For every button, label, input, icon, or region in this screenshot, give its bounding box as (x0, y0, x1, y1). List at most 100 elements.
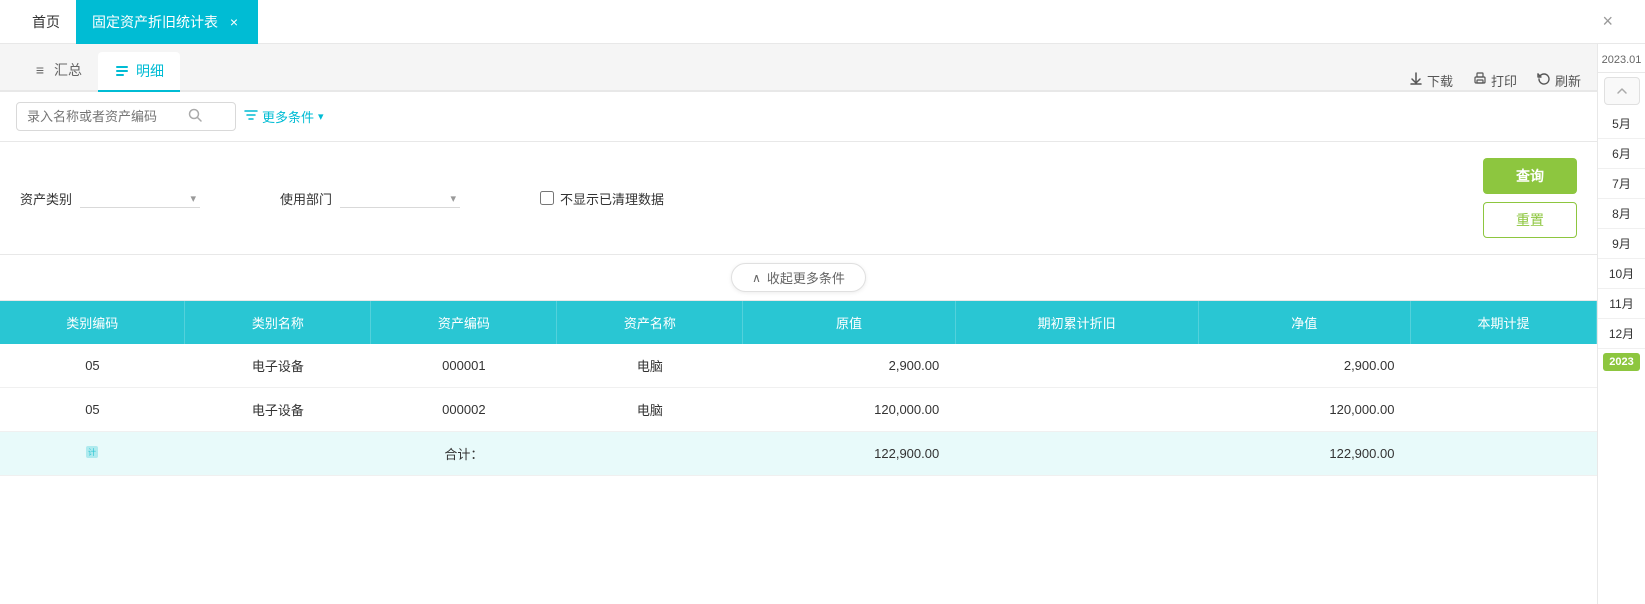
search-bar: 更多条件 ▾ (0, 92, 1597, 142)
department-select-wrap (340, 188, 460, 208)
department-label: 使用部门 (280, 189, 332, 208)
col-asset-name: 资产名称 (557, 301, 743, 344)
month-11[interactable]: 11月 (1598, 289, 1645, 319)
asset-type-select-wrap (80, 188, 200, 208)
expand-panel: 资产类别 使用部门 (0, 142, 1597, 255)
sidebar-date: 2023.01 (1598, 48, 1645, 73)
download-button[interactable]: 下载 (1409, 71, 1453, 90)
summary-icon: ≡ (32, 62, 48, 78)
cell-net-value: 120,000.00 (1198, 388, 1410, 432)
main-content: ≡ 汇总 明细 下载 (0, 44, 1645, 604)
chevron-down-icon: ▾ (318, 110, 324, 123)
cell-asset-name: 电脑 (557, 344, 743, 388)
top-nav: 首页 固定资产折旧统计表 × × (0, 0, 1645, 44)
cell-current-period (1410, 388, 1596, 432)
table-row: 05 电子设备 000002 电脑 120,000.00 120,000.00 (0, 388, 1597, 432)
detail-icon (114, 63, 130, 79)
tab-detail[interactable]: 明细 (98, 52, 180, 92)
cell-asset-code: 000002 (371, 388, 557, 432)
col-net-value: 净值 (1198, 301, 1410, 344)
month-6[interactable]: 6月 (1598, 139, 1645, 169)
summary-icon: 计 (85, 447, 99, 462)
cell-category-name: 电子设备 (185, 388, 371, 432)
collapse-button[interactable]: ∧ 收起更多条件 (731, 263, 866, 292)
col-current-period: 本期计提 (1410, 301, 1596, 344)
more-conditions-button[interactable]: 更多条件 ▾ (244, 107, 324, 126)
summary-icon-cell: 计 (0, 432, 185, 476)
collapse-label: 收起更多条件 (767, 268, 845, 287)
left-panel: ≡ 汇总 明细 下载 (0, 44, 1597, 604)
hide-cleared-wrap: 不显示已清理数据 (540, 189, 664, 208)
summary-current-period (1410, 432, 1596, 476)
print-label: 打印 (1491, 71, 1517, 90)
cell-asset-code: 000001 (371, 344, 557, 388)
summary-row: 计 合计： 122,900.00 122,900.00 (0, 432, 1597, 476)
month-10[interactable]: 10月 (1598, 259, 1645, 289)
download-label: 下载 (1427, 71, 1453, 90)
tab-summary[interactable]: ≡ 汇总 (16, 50, 98, 90)
tab-label: 固定资产折旧统计表 (92, 12, 218, 32)
scroll-up-button[interactable] (1604, 77, 1640, 105)
hide-cleared-checkbox[interactable] (540, 191, 554, 205)
sub-tabs: ≡ 汇总 明细 下载 (0, 44, 1597, 92)
reset-button[interactable]: 重置 (1483, 202, 1577, 238)
download-icon (1409, 72, 1423, 89)
month-9[interactable]: 9月 (1598, 229, 1645, 259)
table-row: 05 电子设备 000001 电脑 2,900.00 2,900.00 (0, 344, 1597, 388)
month-7[interactable]: 7月 (1598, 169, 1645, 199)
cell-current-period (1410, 344, 1596, 388)
query-button[interactable]: 查询 (1483, 158, 1577, 194)
summary-accumulated-depreciation (955, 432, 1198, 476)
asset-type-label: 资产类别 (20, 189, 72, 208)
department-select[interactable] (340, 188, 460, 208)
close-tab-button[interactable]: × (226, 14, 242, 30)
tab-summary-label: 汇总 (54, 60, 82, 80)
cell-category-name: 电子设备 (185, 344, 371, 388)
cell-accumulated-depreciation (955, 388, 1198, 432)
month-5[interactable]: 5月 (1598, 109, 1645, 139)
cell-net-value: 2,900.00 (1198, 344, 1410, 388)
asset-type-select[interactable] (80, 188, 200, 208)
asset-type-form-item: 资产类别 (20, 188, 200, 208)
collapse-up-icon: ∧ (752, 271, 761, 285)
collapse-bar: ∧ 收起更多条件 (0, 255, 1597, 301)
filter-icon (244, 108, 258, 125)
hide-cleared-label: 不显示已清理数据 (560, 189, 664, 208)
summary-net-value: 122,900.00 (1198, 432, 1410, 476)
action-buttons: 查询 重置 (1483, 158, 1577, 238)
month-8[interactable]: 8月 (1598, 199, 1645, 229)
refresh-icon (1537, 72, 1551, 89)
data-table-wrap: 类别编码 类别名称 资产编码 资产名称 原值 期初累计折旧 净值 本期计提 05… (0, 301, 1597, 604)
data-table: 类别编码 类别名称 资产编码 资产名称 原值 期初累计折旧 净值 本期计提 05… (0, 301, 1597, 476)
table-header-row: 类别编码 类别名称 资产编码 资产名称 原值 期初累计折旧 净值 本期计提 (0, 301, 1597, 344)
refresh-button[interactable]: 刷新 (1537, 71, 1581, 90)
cell-original-value: 2,900.00 (743, 344, 955, 388)
cell-original-value: 120,000.00 (743, 388, 955, 432)
cell-asset-name: 电脑 (557, 388, 743, 432)
search-icon[interactable] (187, 107, 203, 126)
more-conditions-label: 更多条件 (262, 107, 314, 126)
filter-row: 资产类别 使用部门 (20, 158, 1577, 238)
right-sidebar: 2023.01 5月 6月 7月 8月 9月 10月 11月 12月 2023 (1597, 44, 1645, 604)
summary-label: 合计： (185, 432, 743, 476)
tab-detail-label: 明细 (136, 61, 164, 81)
refresh-label: 刷新 (1555, 71, 1581, 90)
summary-original-value: 122,900.00 (743, 432, 955, 476)
toolbar-right: 下载 打印 刷新 (1409, 71, 1581, 90)
search-input-wrap[interactable] (16, 102, 236, 131)
col-category-code: 类别编码 (0, 301, 185, 344)
home-tab[interactable]: 首页 (16, 0, 76, 44)
col-asset-code: 资产编码 (371, 301, 557, 344)
col-accumulated-depreciation: 期初累计折旧 (955, 301, 1198, 344)
search-input[interactable] (27, 109, 187, 124)
col-original-value: 原值 (743, 301, 955, 344)
month-12[interactable]: 12月 (1598, 319, 1645, 349)
svg-text:计: 计 (88, 447, 96, 457)
cell-accumulated-depreciation (955, 344, 1198, 388)
active-tab[interactable]: 固定资产折旧统计表 × (76, 0, 258, 44)
cell-category-code: 05 (0, 388, 185, 432)
cell-category-code: 05 (0, 344, 185, 388)
print-button[interactable]: 打印 (1473, 71, 1517, 90)
col-category-name: 类别名称 (185, 301, 371, 344)
close-window-button[interactable]: × (1602, 11, 1613, 32)
